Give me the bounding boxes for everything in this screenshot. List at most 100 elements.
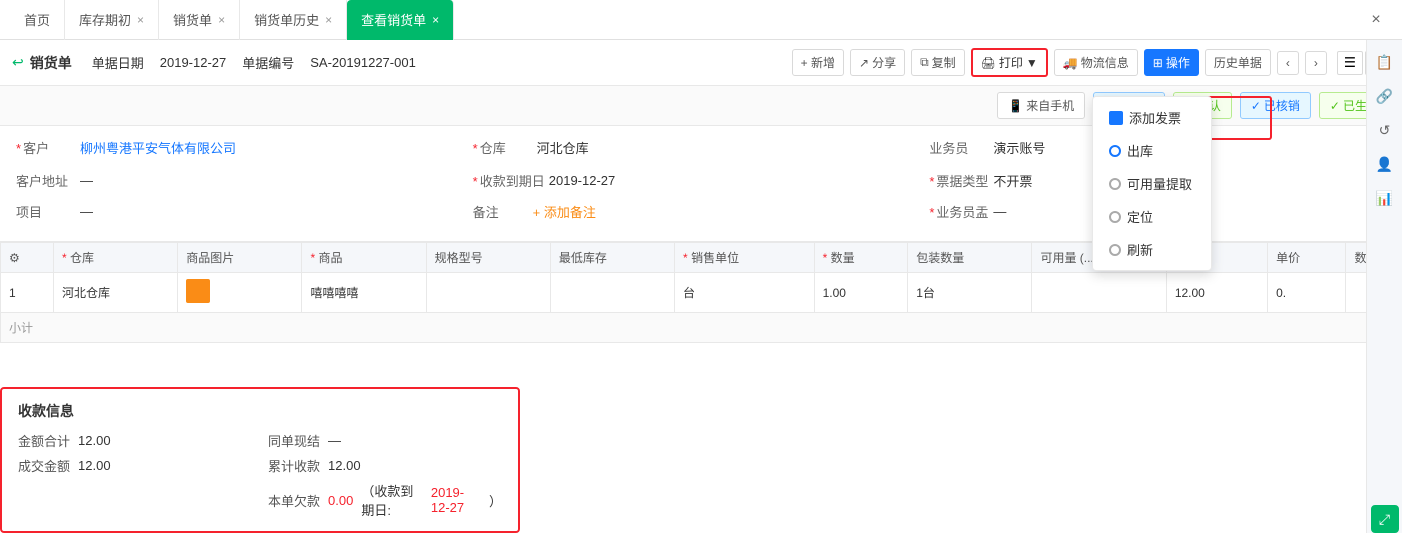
sidebar-icon-1[interactable]: 📋 [1371,48,1399,76]
next-button[interactable]: › [1305,51,1327,75]
deal-amount-item: 成交金额 12.00 [18,456,252,475]
new-button[interactable]: + 新增 [792,49,844,76]
customer-label: 客户 [16,138,76,157]
number-label: 单据编号 [242,53,294,72]
sold-check-icon: ✓ [1251,99,1261,113]
doc-meta: 单据日期 2019-12-27 单据编号 SA-20191227-001 [92,53,792,72]
locate-icon [1109,211,1121,223]
copy-icon: ⧉ [920,55,929,70]
menu-refresh[interactable]: 刷新 [1093,233,1211,266]
doc-title: 销货单 [30,53,72,73]
owe-date: 2019-12-27 [431,485,481,515]
close-inventory-tab[interactable]: × [137,13,144,27]
current-owe-value: 0.00 [328,493,353,508]
col-spec: 规格型号 [426,243,550,273]
available-qty-icon [1109,178,1121,190]
total-amount-value: 12.00 [78,433,111,448]
doc-actions: + 新增 ↗ 分享 ⧉ 复制 🖨 打印 ▼ 🚚 物流信息 [792,48,1390,77]
payment-date-value: 2019-12-27 [545,171,620,190]
payment-info-grid: 金额合计 12.00 同单现结 — 成交金额 12.00 累计收款 12.00 [18,431,502,519]
address-value: — [76,171,97,190]
sidebar-icon-5[interactable]: 📊 [1371,184,1399,212]
col-sales-unit: 销售单位 [675,243,815,273]
col-product: 商品 [302,243,426,273]
total-amount-item: 金额合计 12.00 [18,431,252,450]
menu-out-warehouse[interactable]: 出库 [1093,134,1211,167]
list-view-button[interactable]: ☰ [1337,51,1363,75]
menu-locate[interactable]: 定位 [1093,200,1211,233]
payment-date-label: 收款到期日 [473,171,545,190]
current-owe-item [18,481,252,519]
sidebar-icon-4[interactable]: 👤 [1371,150,1399,178]
print-icon: 🖨 [981,56,996,70]
print-dropdown-icon: ▼ [1026,56,1038,70]
row-no: 1 [1,273,54,313]
out-warehouse-icon [1109,145,1121,157]
operation-icon: ⊞ [1153,56,1163,70]
history-button[interactable]: 历史单据 [1205,49,1271,76]
tab-sales-history[interactable]: 销货单历史 × [240,0,347,40]
top-nav: 首页 库存期初 × 销货单 × 销货单历史 × 查看销货单 × × [0,0,1402,40]
sidebar-icon-2[interactable]: 🔗 [1371,82,1399,110]
address-field: 客户地址 — [16,171,473,190]
col-warehouse: 仓库 [54,243,178,273]
note-label: 备注 [473,202,533,221]
sold-status-button[interactable]: ✓ 已核销 [1240,92,1311,119]
menu-add-invoice[interactable]: 添加发票 [1093,101,1211,134]
print-button[interactable]: 🖨 打印 ▼ [971,48,1048,77]
operation-button[interactable]: ⊞ 操作 [1144,49,1199,76]
payment-info-title: 收款信息 [18,401,502,421]
tab-home[interactable]: 首页 [10,0,65,40]
row-stock: 12.00 [1166,273,1267,313]
warehouse-label: 仓库 [473,138,533,157]
prev-button[interactable]: ‹ [1277,51,1299,75]
same-order-value: — [328,433,341,448]
logistics-icon: 🚚 [1063,56,1078,70]
tab-sales-order[interactable]: 销货单 × [159,0,240,40]
payment-date-field: 收款到期日 2019-12-27 [473,171,930,190]
tab-inventory-open[interactable]: 库存期初 × [65,0,159,40]
salesperson-value: — [989,202,1010,221]
share-button[interactable]: ↗ 分享 [850,49,905,76]
row-sales-unit: 台 [675,273,815,313]
same-order-label: 同单现结 [268,431,320,450]
employee-value: 演示账号 [989,136,1049,159]
sidebar-spacer [1371,218,1399,499]
payment-info-panel: 收款信息 金额合计 12.00 同单现结 — 成交金额 12.00 累计收款 1… [0,387,520,533]
date-value: 2019-12-27 [160,55,227,70]
owe-note: （收款到期日: [361,481,423,519]
sidebar-expand-button[interactable]: ⤢ [1371,505,1399,533]
window-close-button[interactable]: × [1360,4,1392,36]
right-sidebar: 📋 🔗 ↺ 👤 📊 ⤢ [1366,40,1402,533]
customer-field: 客户 柳州粤港平安气体有限公司 [16,136,473,159]
sidebar-icon-3[interactable]: ↺ [1371,116,1399,144]
logistics-button[interactable]: 🚚 物流信息 [1054,49,1138,76]
close-history-tab[interactable]: × [325,13,332,27]
copy-button[interactable]: ⧉ 复制 [911,49,965,76]
current-owe-full-item: 本单欠款 0.00 （收款到期日: 2019-12-27 ） [268,481,502,519]
row-product-img [178,273,302,313]
warehouse-field: 仓库 河北仓库 [473,136,930,159]
subtotal-label: 小计 [1,313,1402,343]
same-order-item: 同单现结 — [268,431,502,450]
main-container: ↩ 销货单 单据日期 2019-12-27 单据编号 SA-20191227-0… [0,40,1402,533]
deal-amount-label: 成交金额 [18,456,70,475]
add-invoice-icon [1109,111,1123,125]
add-note-button[interactable]: 添加备注 [533,202,596,221]
project-label: 项目 [16,202,76,221]
refresh-icon [1109,244,1121,256]
deal-amount-value: 12.00 [78,458,111,473]
from-phone-button[interactable]: 📱 来自手机 [997,92,1085,119]
menu-available-qty[interactable]: 可用量提取 [1093,167,1211,200]
tab-view-sales[interactable]: 查看销货单 × [347,0,454,40]
total-amount-label: 金额合计 [18,431,70,450]
close-view-sales-tab[interactable]: × [432,13,439,27]
close-sales-tab[interactable]: × [218,13,225,27]
customer-value[interactable]: 柳州粤港平安气体有限公司 [76,136,240,159]
col-settings[interactable]: ⚙ [1,243,54,273]
number-value: SA-20191227-001 [310,55,416,70]
row-min-stock [550,273,674,313]
row-pack-qty: 1台 [908,273,1032,313]
note-field: 备注 添加备注 [473,202,930,221]
row-product: 嘻嘻嘻嘻 [302,273,426,313]
